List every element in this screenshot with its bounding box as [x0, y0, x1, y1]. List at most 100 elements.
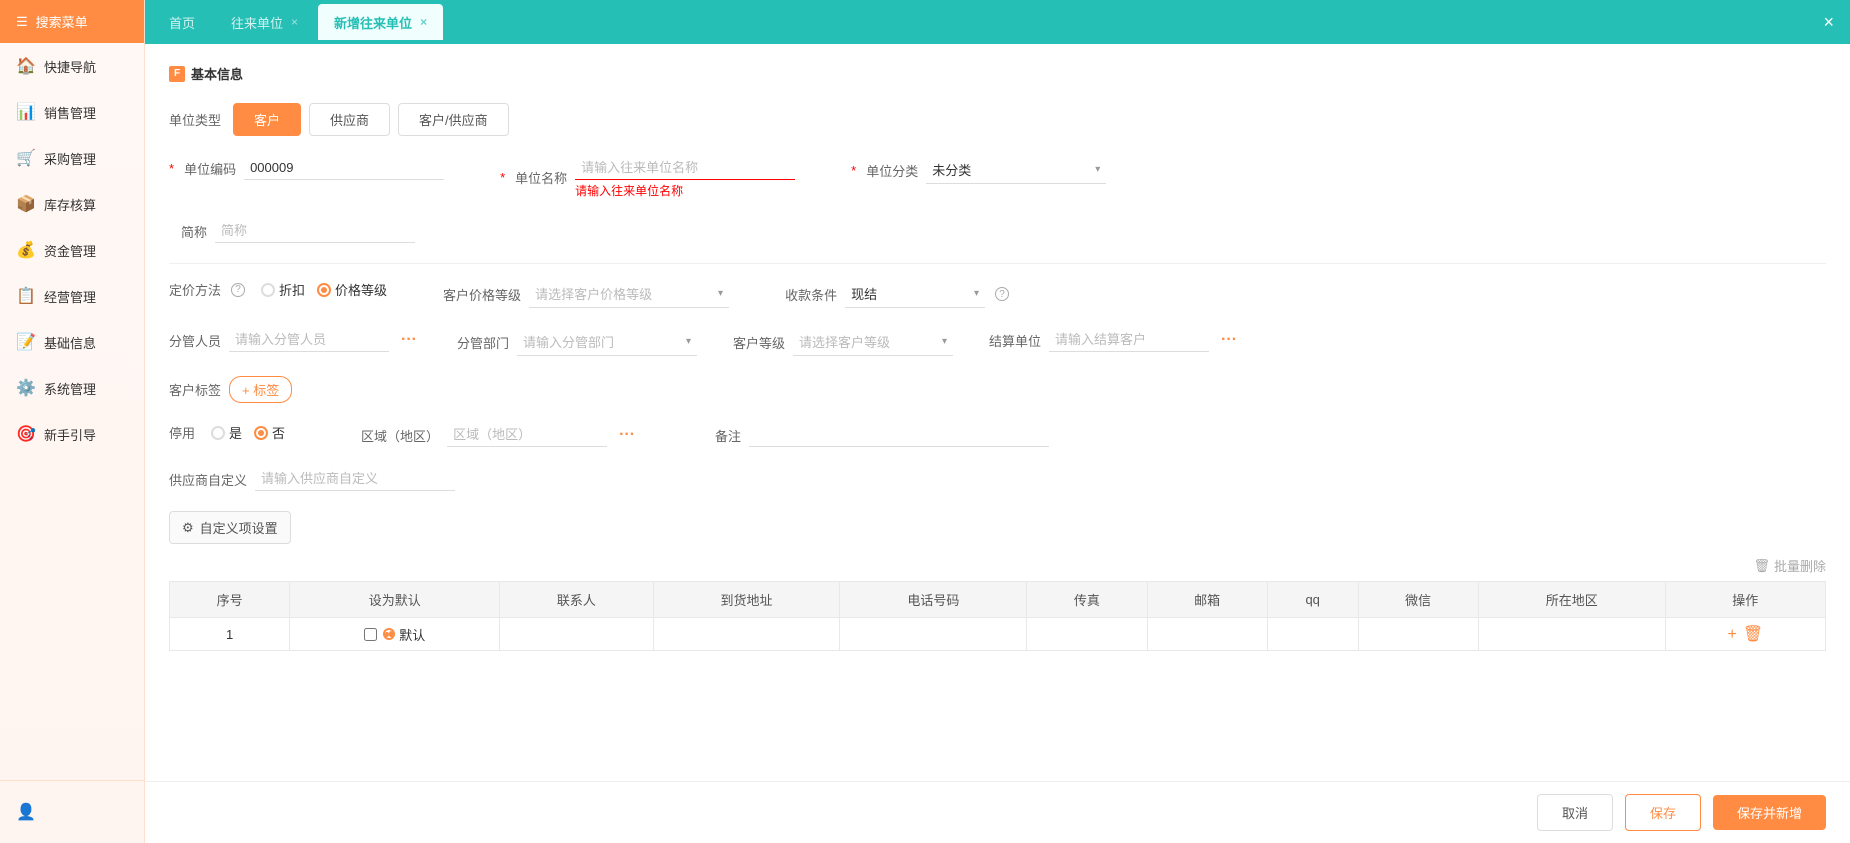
cancel-button[interactable]: 取消: [1537, 794, 1613, 831]
table-cell[interactable]: 默认: [290, 618, 500, 651]
custom-settings-button[interactable]: ⚙ 自定义项设置: [169, 511, 291, 544]
short-name-input[interactable]: [215, 219, 415, 243]
field-customer-level: 客户等级 请选择客户等级 ▾: [733, 328, 953, 356]
field-payment-terms: 收款条件 现结 ▾ ?: [785, 280, 1009, 308]
default-checkbox[interactable]: [364, 628, 377, 641]
sidebar-item-quick-nav[interactable]: 🏠快捷导航: [0, 43, 144, 89]
table-add-btn[interactable]: +: [1724, 626, 1739, 644]
sidebar-item-user[interactable]: 👤: [0, 789, 144, 835]
table-cell: [1267, 618, 1358, 651]
sidebar-item-purchase[interactable]: 🛒采购管理: [0, 135, 144, 181]
customer-price-level-select[interactable]: 请选择客户价格等级 ▾: [529, 280, 729, 308]
radio-no-label: 否: [272, 423, 285, 442]
batch-delete-label[interactable]: 批量删除: [1774, 556, 1826, 575]
table-cell: [500, 618, 654, 651]
tab-label-partners: 往来单位: [231, 13, 283, 32]
pricing-radio-group: 折扣 价格等级: [261, 280, 387, 299]
radio-disabled-yes[interactable]: 是: [211, 423, 242, 442]
sidebar-item-finance[interactable]: 💰资金管理: [0, 227, 144, 273]
field-pricing: 定价方法 ? 折扣 价格等级: [169, 280, 387, 299]
sidebar-bottom: 👤: [0, 780, 144, 843]
settlement-unit-input[interactable]: [1049, 328, 1209, 352]
pricing-help-icon[interactable]: ?: [231, 283, 245, 297]
region-input[interactable]: [447, 423, 607, 447]
form-row-2: 简称: [169, 219, 1826, 243]
custom-settings-label: 自定义项设置: [200, 518, 278, 537]
add-tag-button[interactable]: + 标签: [229, 376, 292, 403]
disabled-label: 停用: [169, 423, 195, 442]
radio-price-level-label: 价格等级: [335, 280, 387, 299]
sidebar-item-system[interactable]: ⚙️系统管理: [0, 365, 144, 411]
settlement-more-btn[interactable]: ···: [1217, 331, 1241, 349]
customer-level-select[interactable]: 请选择客户等级 ▾: [793, 328, 953, 356]
manager-input[interactable]: [229, 328, 389, 352]
main-area: 首页 往来单位 × 新增往来单位 × × F 基本信息 单位类型 客户供应商客户/供应商…: [145, 0, 1850, 843]
unit-type-both[interactable]: 客户/供应商: [398, 103, 509, 136]
unit-code-input[interactable]: [244, 156, 444, 180]
unit-name-block: 请输入往来单位名称: [575, 156, 795, 199]
table-column-header: 邮箱: [1147, 582, 1267, 618]
table-delete-btn[interactable]: 🗑: [1740, 624, 1766, 644]
basic-info-icon: 📝: [16, 332, 36, 352]
payment-help-icon[interactable]: ?: [995, 287, 1009, 301]
field-unit-category: * 单位分类 未分类 ▾: [851, 156, 1106, 184]
field-customer-tag: 客户标签 + 标签: [169, 376, 292, 403]
tab-new-partner[interactable]: 新增往来单位 ×: [318, 4, 443, 40]
unit-code-label: 单位编码: [184, 159, 236, 178]
table-column-header: 到货地址: [653, 582, 840, 618]
form-row-6: 停用 是 否 区域（地区） ··· 备注: [169, 423, 1826, 447]
radio-discount[interactable]: 折扣: [261, 280, 305, 299]
sidebar-item-guide[interactable]: 🎯新手引导: [0, 411, 144, 457]
unit-name-error: 请输入往来单位名称: [575, 182, 795, 199]
contacts-table: 序号设为默认联系人到货地址电话号码传真邮箱qq微信所在地区操作 1 默认 +🗑: [169, 581, 1826, 651]
add-tag-label: + 标签: [242, 380, 279, 399]
gear-icon: ⚙: [182, 520, 194, 536]
customer-price-level-placeholder: 请选择客户价格等级: [535, 284, 652, 303]
radio-yes-circle: [211, 426, 225, 440]
search-icon: ☰: [16, 14, 28, 30]
payment-terms-select[interactable]: 现结 ▾: [845, 280, 985, 308]
batch-delete-area: 🗑 批量删除: [169, 556, 1826, 575]
unit-category-select[interactable]: 未分类 ▾: [926, 156, 1106, 184]
form-row-7: 供应商自定义: [169, 467, 1826, 491]
radio-disabled-no[interactable]: 否: [254, 423, 285, 442]
sidebar-search-label: 搜索菜单: [36, 12, 88, 31]
unit-type-supplier[interactable]: 供应商: [309, 103, 390, 136]
disabled-radio-group: 是 否: [211, 423, 285, 442]
note-input[interactable]: [749, 423, 1049, 447]
purchase-icon: 🛒: [16, 148, 36, 168]
table-column-header: 序号: [170, 582, 290, 618]
save-button[interactable]: 保存: [1625, 794, 1701, 831]
sidebar-item-sales[interactable]: 📊销售管理: [0, 89, 144, 135]
tab-close-new-partner[interactable]: ×: [420, 15, 427, 29]
manager-more-btn[interactable]: ···: [397, 331, 421, 349]
customer-level-chevron-icon: ▾: [942, 336, 947, 347]
content-area: F 基本信息 单位类型 客户供应商客户/供应商 * 单位编码 * 单位名称 请输…: [145, 44, 1850, 781]
tab-label-new-partner: 新增往来单位: [334, 13, 412, 32]
field-unit-name: * 单位名称 请输入往来单位名称: [500, 156, 795, 199]
unit-name-input[interactable]: [575, 156, 795, 180]
required-star-code: *: [169, 161, 174, 176]
supplier-custom-input[interactable]: [255, 467, 455, 491]
sidebar-item-operations[interactable]: 📋经营管理: [0, 273, 144, 319]
radio-price-level[interactable]: 价格等级: [317, 280, 387, 299]
operations-icon: 📋: [16, 286, 36, 306]
save-and-new-button[interactable]: 保存并新增: [1713, 795, 1826, 830]
field-customer-price-level: 客户价格等级 请选择客户价格等级 ▾: [443, 280, 729, 308]
inventory-icon: 📦: [16, 194, 36, 214]
tab-home[interactable]: 首页: [153, 4, 211, 40]
sidebar-item-inventory[interactable]: 📦 库存核算: [0, 181, 144, 227]
window-close-button[interactable]: ×: [1815, 12, 1842, 33]
tab-close-partners[interactable]: ×: [291, 15, 298, 29]
sidebar-item-basic-info[interactable]: 📝基础信息: [0, 319, 144, 365]
table-column-header: 电话号码: [840, 582, 1027, 618]
sidebar-item-label: 库存核算: [44, 195, 96, 214]
settlement-unit-label: 结算单位: [989, 331, 1041, 350]
form-row-1: * 单位编码 * 单位名称 请输入往来单位名称 * 单位分类 未分类 ▾: [169, 156, 1826, 199]
department-select[interactable]: 请输入分管部门 ▾: [517, 328, 697, 356]
region-more-btn[interactable]: ···: [615, 426, 639, 444]
tab-partners[interactable]: 往来单位 ×: [215, 4, 314, 40]
sidebar-search[interactable]: ☰ 搜索菜单: [0, 0, 144, 43]
table-cell: 1: [170, 618, 290, 651]
unit-type-customer[interactable]: 客户: [233, 103, 301, 136]
